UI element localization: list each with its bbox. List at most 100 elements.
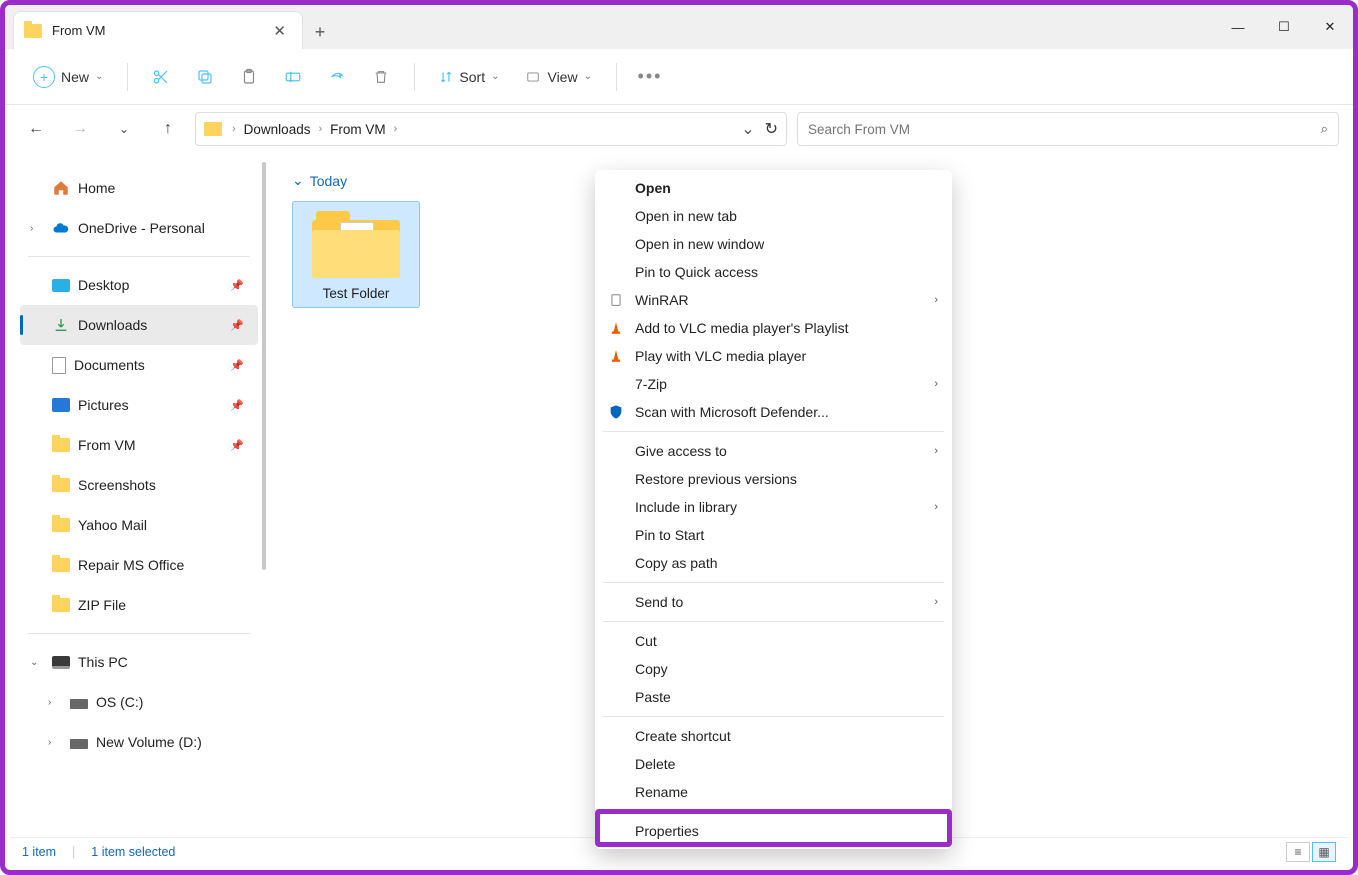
sidebar-item-repair[interactable]: Repair MS Office — [20, 545, 258, 585]
scrollbar-thumb[interactable] — [262, 162, 266, 570]
view-button[interactable]: View ⌄ — [515, 63, 601, 91]
sidebar-item-screenshots[interactable]: Screenshots — [20, 465, 258, 505]
status-selected-count: 1 item selected — [91, 845, 175, 859]
cut-button[interactable] — [142, 59, 180, 95]
chevron-right-icon: › — [934, 596, 938, 608]
new-button[interactable]: + New ⌄ — [23, 60, 113, 94]
chevron-down-icon: ⌄ — [584, 71, 592, 82]
ctx-restore[interactable]: Restore previous versions — [595, 465, 952, 493]
sidebar-item-thispc[interactable]: ⌄This PC — [20, 642, 258, 682]
new-tab-button[interactable]: + — [303, 15, 337, 49]
delete-button[interactable] — [362, 59, 400, 95]
sidebar-item-downloads[interactable]: Downloads📌 — [20, 305, 258, 345]
sidebar-item-newvol[interactable]: ›New Volume (D:) — [20, 722, 258, 762]
ctx-copy[interactable]: Copy — [595, 655, 952, 683]
sidebar-item-desktop[interactable]: Desktop📌 — [20, 265, 258, 305]
title-bar: From VM ✕ + — ☐ ✕ — [5, 5, 1353, 49]
ctx-vlc-add[interactable]: Add to VLC media player's Playlist — [595, 314, 952, 342]
ctx-send-to[interactable]: Send to› — [595, 588, 952, 616]
more-button[interactable]: ••• — [631, 59, 669, 95]
sidebar-item-yahoo[interactable]: Yahoo Mail — [20, 505, 258, 545]
ctx-copy-path[interactable]: Copy as path — [595, 549, 952, 577]
breadcrumb-segment[interactable]: Downloads — [240, 120, 315, 139]
minimize-button[interactable]: — — [1215, 5, 1261, 49]
chevron-right-icon: › — [30, 223, 33, 234]
paste-button[interactable] — [230, 59, 268, 95]
up-button[interactable]: ↑ — [151, 112, 185, 146]
sidebar-item-onedrive[interactable]: › OneDrive - Personal — [20, 208, 258, 248]
folder-icon — [24, 24, 42, 38]
window-tab[interactable]: From VM ✕ — [13, 11, 303, 49]
ctx-winrar[interactable]: WinRAR› — [595, 286, 952, 314]
ctx-defender[interactable]: Scan with Microsoft Defender... — [595, 398, 952, 426]
tab-title: From VM — [52, 23, 257, 38]
folder-icon — [52, 438, 70, 452]
folder-icon — [312, 208, 400, 278]
view-details-button[interactable]: ≡ — [1286, 842, 1310, 862]
chevron-down-icon: ⌄ — [491, 71, 499, 82]
vlc-icon — [607, 319, 625, 337]
file-name: Test Folder — [323, 286, 390, 301]
pin-icon: 📌 — [230, 439, 244, 452]
folder-icon — [52, 598, 70, 612]
vlc-icon — [607, 347, 625, 365]
ctx-shortcut[interactable]: Create shortcut — [595, 722, 952, 750]
sidebar-item-zip[interactable]: ZIP File — [20, 585, 258, 625]
ctx-open[interactable]: Open — [595, 174, 952, 202]
ctx-open-window[interactable]: Open in new window — [595, 230, 952, 258]
sidebar-item-osc[interactable]: ›OS (C:) — [20, 682, 258, 722]
folder-icon — [52, 518, 70, 532]
chevron-right-icon: › — [48, 697, 51, 708]
chevron-right-icon: › — [934, 501, 938, 513]
status-item-count: 1 item — [22, 845, 56, 859]
search-icon[interactable]: ⌕ — [1321, 121, 1328, 137]
pin-icon: 📌 — [230, 359, 244, 372]
sidebar-item-pictures[interactable]: Pictures📌 — [20, 385, 258, 425]
ctx-pin-quick[interactable]: Pin to Quick access — [595, 258, 952, 286]
close-window-button[interactable]: ✕ — [1307, 5, 1353, 49]
history-dropdown-icon[interactable]: ⌄ — [741, 119, 754, 139]
ctx-cut[interactable]: Cut — [595, 627, 952, 655]
share-button[interactable] — [318, 59, 356, 95]
refresh-icon[interactable]: ↻ — [765, 119, 778, 139]
cloud-icon — [52, 219, 70, 237]
ctx-rename[interactable]: Rename — [595, 778, 952, 806]
chevron-right-icon: › — [934, 294, 938, 306]
ctx-open-tab[interactable]: Open in new tab — [595, 202, 952, 230]
ctx-properties[interactable]: Properties — [595, 817, 952, 845]
rename-button[interactable] — [274, 59, 312, 95]
search-input[interactable] — [808, 122, 1321, 137]
navigation-pane: Home › OneDrive - Personal Desktop📌 Down… — [10, 158, 268, 840]
sort-button[interactable]: Sort ⌄ — [429, 63, 509, 91]
ctx-give-access[interactable]: Give access to› — [595, 437, 952, 465]
forward-button[interactable]: → — [63, 112, 97, 146]
ctx-pin-start[interactable]: Pin to Start — [595, 521, 952, 549]
chevron-right-icon: › — [232, 123, 236, 135]
pin-icon: 📌 — [230, 319, 244, 332]
pin-icon: 📌 — [230, 399, 244, 412]
sidebar-item-fromvm[interactable]: From VM📌 — [20, 425, 258, 465]
ctx-include-lib[interactable]: Include in library› — [595, 493, 952, 521]
sidebar-item-documents[interactable]: Documents📌 — [20, 345, 258, 385]
copy-button[interactable] — [186, 59, 224, 95]
ctx-delete[interactable]: Delete — [595, 750, 952, 778]
back-button[interactable]: ← — [19, 112, 53, 146]
file-item-test-folder[interactable]: Test Folder — [292, 201, 420, 308]
recent-button[interactable]: ⌄ — [107, 112, 141, 146]
breadcrumb-segment[interactable]: From VM — [326, 120, 390, 139]
folder-icon — [204, 122, 222, 136]
sidebar-item-home[interactable]: Home — [20, 168, 258, 208]
ctx-7zip[interactable]: 7-Zip› — [595, 370, 952, 398]
chevron-down-icon: ⌄ — [292, 172, 304, 189]
view-icons-button[interactable]: ▦ — [1312, 842, 1336, 862]
ctx-vlc-play[interactable]: Play with VLC media player — [595, 342, 952, 370]
close-tab-icon[interactable]: ✕ — [267, 20, 292, 42]
chevron-right-icon: › — [318, 123, 322, 135]
ctx-paste[interactable]: Paste — [595, 683, 952, 711]
breadcrumb[interactable]: › Downloads › From VM › ⌄ ↻ — [195, 112, 787, 146]
drive-icon — [70, 699, 88, 709]
search-box[interactable]: ⌕ — [797, 112, 1339, 146]
chevron-down-icon: ⌄ — [30, 657, 38, 668]
folder-icon — [52, 478, 70, 492]
maximize-button[interactable]: ☐ — [1261, 5, 1307, 49]
